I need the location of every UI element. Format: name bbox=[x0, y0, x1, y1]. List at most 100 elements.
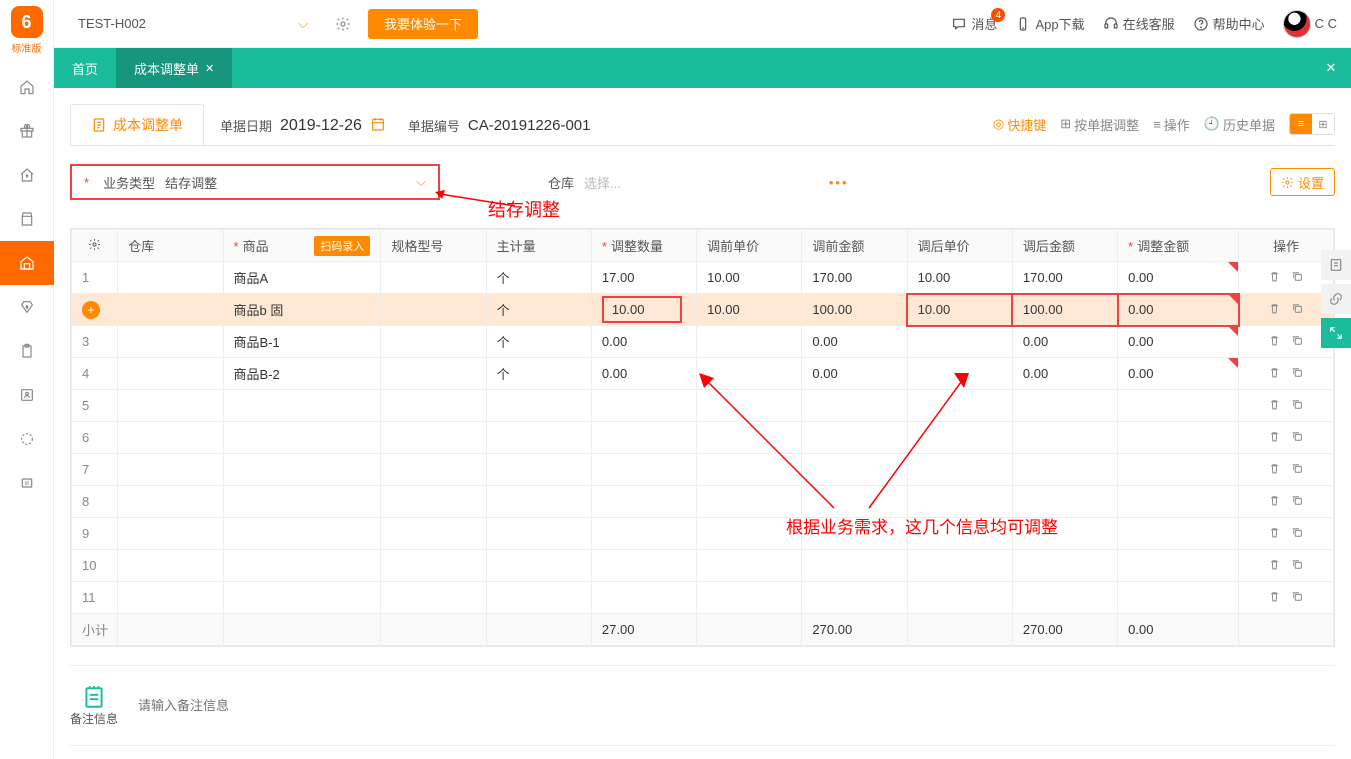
cell-warehouse[interactable] bbox=[118, 390, 223, 422]
delete-row-icon[interactable] bbox=[1268, 398, 1281, 414]
cell-warehouse[interactable] bbox=[118, 454, 223, 486]
cell-product[interactable] bbox=[223, 518, 381, 550]
table-row[interactable]: 11 bbox=[72, 582, 1334, 614]
cell-adj-amt[interactable]: 0.00 bbox=[1118, 358, 1239, 390]
nav-cycle-icon[interactable] bbox=[0, 417, 54, 461]
cell-post-price[interactable]: 10.00 bbox=[907, 294, 1012, 326]
delete-row-icon[interactable] bbox=[1268, 590, 1281, 606]
cell-warehouse[interactable] bbox=[118, 358, 223, 390]
copy-row-icon[interactable] bbox=[1291, 430, 1304, 446]
history-button[interactable]: 🕘 历史单据 bbox=[1204, 115, 1275, 134]
cell-post-price[interactable] bbox=[907, 550, 1012, 582]
cell-warehouse[interactable] bbox=[118, 326, 223, 358]
copy-row-icon[interactable] bbox=[1291, 590, 1304, 606]
nav-clipboard-icon[interactable] bbox=[0, 329, 54, 373]
cell-spec[interactable] bbox=[381, 358, 486, 390]
table-row[interactable]: 4 商品B-2 个 0.00 0.00 0.00 0.00 bbox=[72, 358, 1334, 390]
help-button[interactable]: 帮助中心 bbox=[1193, 14, 1265, 33]
org-settings-icon[interactable] bbox=[328, 9, 358, 39]
user-menu[interactable]: C C bbox=[1283, 10, 1337, 38]
cell-product[interactable] bbox=[223, 422, 381, 454]
cell-qty[interactable] bbox=[591, 422, 696, 454]
rail-expand-icon[interactable] bbox=[1321, 318, 1351, 348]
copy-row-icon[interactable] bbox=[1291, 526, 1304, 542]
remarks-input[interactable] bbox=[138, 698, 1335, 713]
table-row[interactable]: 1 商品A 个 17.00 10.00 170.00 10.00 170.00 … bbox=[72, 262, 1334, 294]
cell-post-price[interactable] bbox=[907, 390, 1012, 422]
cell-spec[interactable] bbox=[381, 582, 486, 614]
per-doc-adjust-button[interactable]: ⊞ 按单据调整 bbox=[1060, 115, 1139, 134]
cell-spec[interactable] bbox=[381, 294, 486, 326]
delete-row-icon[interactable] bbox=[1268, 270, 1281, 286]
cell-adj-amt[interactable] bbox=[1118, 518, 1239, 550]
cell-qty[interactable] bbox=[591, 454, 696, 486]
cell-post-price[interactable] bbox=[907, 326, 1012, 358]
table-row[interactable]: + 商品b 固 个 10.00 10.00 100.00 10.00 100.0… bbox=[72, 294, 1334, 326]
cell-product[interactable]: 商品A bbox=[223, 262, 381, 294]
cell-post-amt[interactable] bbox=[1012, 454, 1117, 486]
cell-warehouse[interactable] bbox=[118, 486, 223, 518]
delete-row-icon[interactable] bbox=[1268, 302, 1281, 318]
cell-warehouse[interactable] bbox=[118, 262, 223, 294]
cell-warehouse[interactable] bbox=[118, 422, 223, 454]
cell-spec[interactable] bbox=[381, 454, 486, 486]
delete-row-icon[interactable] bbox=[1268, 462, 1281, 478]
copy-row-icon[interactable] bbox=[1291, 398, 1304, 414]
messages-button[interactable]: 消息 4 bbox=[951, 14, 997, 33]
table-row[interactable]: 3 商品B-1 个 0.00 0.00 0.00 0.00 bbox=[72, 326, 1334, 358]
tab-cost-adjust[interactable]: 成本调整单 ✕ bbox=[116, 48, 232, 88]
delete-row-icon[interactable] bbox=[1268, 494, 1281, 510]
cell-product[interactable] bbox=[223, 454, 381, 486]
copy-row-icon[interactable] bbox=[1291, 366, 1304, 382]
cell-qty[interactable] bbox=[591, 582, 696, 614]
cell-qty[interactable]: 10.00 bbox=[591, 294, 696, 326]
table-row[interactable]: 8 bbox=[72, 486, 1334, 518]
cell-warehouse[interactable] bbox=[118, 518, 223, 550]
cell-post-amt[interactable]: 0.00 bbox=[1012, 326, 1117, 358]
col-gear[interactable] bbox=[72, 230, 118, 262]
copy-row-icon[interactable] bbox=[1291, 334, 1304, 350]
table-row[interactable]: 10 bbox=[72, 550, 1334, 582]
cell-adj-amt[interactable]: 0.00 bbox=[1118, 326, 1239, 358]
delete-row-icon[interactable] bbox=[1268, 430, 1281, 446]
cell-post-price[interactable] bbox=[907, 582, 1012, 614]
app-download-button[interactable]: App下载 bbox=[1015, 14, 1084, 33]
cell-spec[interactable] bbox=[381, 486, 486, 518]
cell-post-price[interactable] bbox=[907, 454, 1012, 486]
cell-spec[interactable] bbox=[381, 550, 486, 582]
cell-qty[interactable] bbox=[591, 518, 696, 550]
table-row[interactable]: 7 bbox=[72, 454, 1334, 486]
cell-spec[interactable] bbox=[381, 262, 486, 294]
business-type-select[interactable]: * 业务类型 结存调整 ⌵ bbox=[70, 164, 440, 200]
cell-post-price[interactable] bbox=[907, 358, 1012, 390]
copy-row-icon[interactable] bbox=[1291, 494, 1304, 510]
nav-money-icon[interactable] bbox=[0, 285, 54, 329]
copy-row-icon[interactable] bbox=[1291, 558, 1304, 574]
scan-input-button[interactable]: 扫码录入 bbox=[314, 236, 370, 256]
cell-qty[interactable]: 0.00 bbox=[591, 358, 696, 390]
delete-row-icon[interactable] bbox=[1268, 558, 1281, 574]
nav-home-icon[interactable] bbox=[0, 65, 54, 109]
cell-spec[interactable] bbox=[381, 422, 486, 454]
cell-adj-amt[interactable] bbox=[1118, 390, 1239, 422]
date-value[interactable]: 2019-12-26 bbox=[280, 117, 362, 135]
add-row-icon[interactable]: + bbox=[82, 301, 100, 319]
delete-row-icon[interactable] bbox=[1268, 526, 1281, 542]
cell-post-amt[interactable] bbox=[1012, 550, 1117, 582]
cell-post-price[interactable]: 10.00 bbox=[907, 262, 1012, 294]
warehouse-select[interactable]: 仓库 选择... bbox=[548, 173, 621, 192]
cell-post-amt[interactable]: 100.00 bbox=[1012, 294, 1117, 326]
view-list-icon[interactable]: ≡ bbox=[1290, 114, 1312, 134]
cell-warehouse[interactable] bbox=[118, 294, 223, 326]
org-select[interactable]: TEST-H002 ⌵ bbox=[68, 9, 318, 39]
cell-product[interactable]: 商品B-2 bbox=[223, 358, 381, 390]
tabbar-close-icon[interactable]: ✕ bbox=[1311, 48, 1351, 88]
rail-link-icon[interactable] bbox=[1321, 284, 1351, 314]
tab-close-icon[interactable]: ✕ bbox=[205, 62, 214, 75]
cell-qty[interactable] bbox=[591, 390, 696, 422]
cell-adj-amt[interactable] bbox=[1118, 550, 1239, 582]
nav-up-icon[interactable] bbox=[0, 153, 54, 197]
table-row[interactable]: 5 bbox=[72, 390, 1334, 422]
table-row[interactable]: 9 bbox=[72, 518, 1334, 550]
cell-adj-amt[interactable] bbox=[1118, 422, 1239, 454]
